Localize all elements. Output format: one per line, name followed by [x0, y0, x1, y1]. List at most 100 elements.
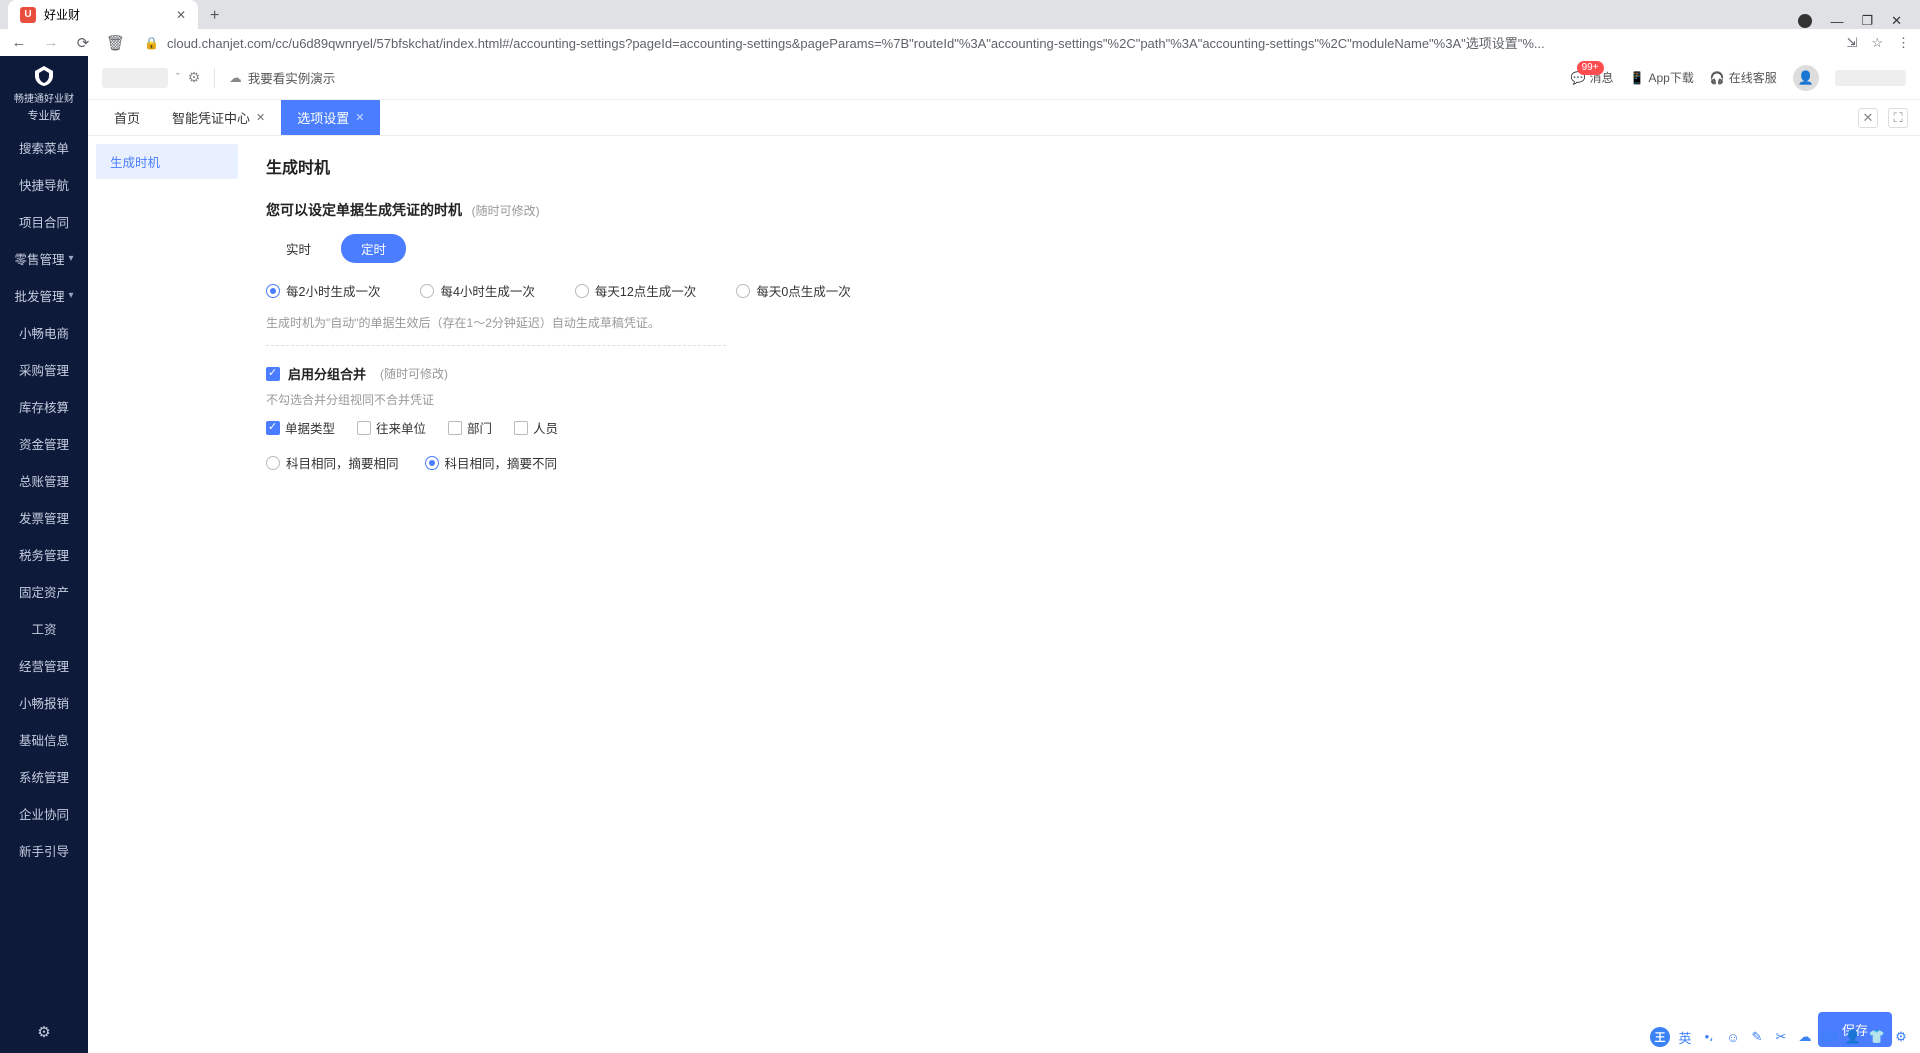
- browser-tab[interactable]: U 好业财 ✕: [8, 0, 198, 29]
- ime-emoji-icon[interactable]: ☺: [1724, 1028, 1742, 1046]
- sidebar: 畅捷通好业财 专业版 搜索菜单快捷导航项目合同零售管理▾批发管理▾小畅电商采购管…: [0, 56, 88, 1053]
- sidebar-item-1[interactable]: 快捷导航: [10, 166, 77, 203]
- group-merge-label: 启用分组合并: [288, 364, 366, 383]
- timing-note: 生成时机为"自动"的单据生效后（存在1～2分钟延迟）自动生成草稿凭证。: [266, 314, 1920, 331]
- sidebar-item-3[interactable]: 零售管理▾: [10, 240, 77, 277]
- groupby-option-2[interactable]: 部门: [448, 418, 492, 437]
- demo-link-text: 我要看实例演示: [248, 68, 336, 87]
- back-icon[interactable]: ←: [10, 34, 28, 51]
- sidebar-item-5[interactable]: 小畅电商: [10, 314, 77, 351]
- sidebar-item-label: 发票管理: [19, 508, 69, 527]
- freq-option-0[interactable]: 每2小时生成一次: [266, 281, 380, 300]
- close-icon[interactable]: ✕: [256, 111, 265, 124]
- radio-icon: [425, 456, 439, 470]
- sidebar-item-18[interactable]: 企业协同: [10, 795, 77, 832]
- sidebar-item-17[interactable]: 系统管理: [10, 758, 77, 795]
- gear-icon[interactable]: ⚙: [188, 69, 201, 86]
- close-icon[interactable]: ✕: [355, 111, 364, 124]
- checkbox-label: 部门: [467, 418, 492, 437]
- url-text: cloud.chanjet.com/cc/u6d89qwnryel/57bfsk…: [167, 33, 1826, 52]
- ime-keyboard-icon[interactable]: ⌨: [1820, 1028, 1838, 1046]
- sidebar-item-7[interactable]: 库存核算: [10, 388, 77, 425]
- freq-option-3[interactable]: 每天0点生成一次: [736, 281, 850, 300]
- favicon-icon: U: [20, 7, 36, 23]
- freq-option-2[interactable]: 每天12点生成一次: [575, 281, 696, 300]
- delete-icon[interactable]: 🗑: [106, 34, 124, 52]
- sidebar-item-label: 经营管理: [19, 656, 69, 675]
- sidebar-item-14[interactable]: 经营管理: [10, 647, 77, 684]
- reload-icon[interactable]: ⟳: [74, 34, 92, 52]
- avatar[interactable]: 👤: [1793, 65, 1819, 91]
- sidebar-item-2[interactable]: 项目合同: [10, 203, 77, 240]
- app-root: 畅捷通好业财 专业版 搜索菜单快捷导航项目合同零售管理▾批发管理▾小畅电商采购管…: [0, 56, 1920, 1053]
- sidebar-item-12[interactable]: 固定资产: [10, 573, 77, 610]
- left-panel-item-timing[interactable]: 生成时机: [96, 144, 238, 179]
- ime-scissors-icon[interactable]: ✂: [1772, 1028, 1790, 1046]
- page-tab-2[interactable]: 选项设置✕: [281, 100, 380, 135]
- sidebar-item-8[interactable]: 资金管理: [10, 425, 77, 462]
- checkbox-icon: [357, 421, 371, 435]
- ime-person-icon[interactable]: 👤: [1844, 1028, 1862, 1046]
- page-tab-1[interactable]: 智能凭证中心✕: [156, 100, 281, 135]
- app-download-button[interactable]: 📱 App下载: [1630, 69, 1694, 86]
- groupby-option-3[interactable]: 人员: [514, 418, 558, 437]
- mergerule-option-0[interactable]: 科目相同，摘要相同: [266, 453, 399, 472]
- sidebar-item-15[interactable]: 小畅报销: [10, 684, 77, 721]
- org-selector[interactable]: ████ ˇ ⚙: [102, 68, 200, 88]
- demo-link[interactable]: ☁ 我要看实例演示: [229, 68, 335, 87]
- ime-lang[interactable]: 英: [1676, 1028, 1694, 1046]
- sidebar-item-label: 搜索菜单: [19, 138, 69, 157]
- tab-title: 好业财: [44, 6, 80, 23]
- ime-shirt-icon[interactable]: 👕: [1868, 1028, 1886, 1046]
- ime-edit-icon[interactable]: ✎: [1748, 1028, 1766, 1046]
- fullscreen-icon[interactable]: ⛶: [1888, 108, 1908, 128]
- radio-label: 每天0点生成一次: [756, 281, 850, 300]
- close-window-icon[interactable]: ✕: [1891, 13, 1902, 29]
- ime-settings-icon[interactable]: ⚙: [1892, 1028, 1910, 1046]
- address-right-icons: ⇲ ☆ ⋮: [1846, 35, 1910, 51]
- freq-option-1[interactable]: 每4小时生成一次: [420, 281, 534, 300]
- minimize-icon[interactable]: —: [1830, 14, 1843, 29]
- url-bar[interactable]: 🔒 cloud.chanjet.com/cc/u6d89qwnryel/57bf…: [138, 29, 1832, 56]
- new-tab-button[interactable]: +: [202, 3, 227, 29]
- subtitle-hint: (随时可修改): [472, 204, 540, 218]
- close-icon[interactable]: ✕: [176, 8, 186, 22]
- chevron-down-icon[interactable]: ˇ: [176, 72, 180, 84]
- ime-punct-icon[interactable]: •،: [1700, 1028, 1718, 1046]
- sidebar-item-label: 系统管理: [19, 767, 69, 786]
- mergerule-option-1[interactable]: 科目相同，摘要不同: [425, 453, 558, 472]
- sidebar-item-19[interactable]: 新手引导: [10, 832, 77, 869]
- mode-scheduled-button[interactable]: 定时: [341, 234, 406, 263]
- sidebar-item-13[interactable]: 工资: [10, 610, 77, 647]
- sidebar-item-6[interactable]: 采购管理: [10, 351, 77, 388]
- chevron-down-icon: ▾: [68, 290, 73, 301]
- kebab-icon[interactable]: ⋮: [1897, 35, 1910, 51]
- mode-realtime-button[interactable]: 实时: [266, 234, 331, 263]
- sidebar-item-label: 固定资产: [19, 582, 69, 601]
- sidebar-item-16[interactable]: 基础信息: [10, 721, 77, 758]
- ime-badge-icon[interactable]: 王: [1650, 1027, 1670, 1047]
- star-icon[interactable]: ☆: [1871, 35, 1883, 51]
- group-merge-row: 启用分组合并 (随时可修改): [266, 364, 1920, 383]
- maximize-icon[interactable]: ❐: [1861, 13, 1873, 29]
- settings-icon[interactable]: ⚙: [25, 1011, 62, 1053]
- groupby-option-0[interactable]: 单据类型: [266, 418, 335, 437]
- groupby-option-1[interactable]: 往来单位: [357, 418, 426, 437]
- group-merge-checkbox[interactable]: [266, 367, 280, 381]
- install-icon[interactable]: ⇲: [1846, 35, 1857, 51]
- page-tab-0[interactable]: 首页: [98, 100, 156, 135]
- chevron-down-icon: ▾: [68, 253, 73, 264]
- close-all-tabs-icon[interactable]: ✕: [1858, 108, 1878, 128]
- sidebar-item-0[interactable]: 搜索菜单: [10, 129, 77, 166]
- sidebar-item-10[interactable]: 发票管理: [10, 499, 77, 536]
- ime-cloud-icon[interactable]: ☁: [1796, 1028, 1814, 1046]
- page-tab-label: 首页: [114, 108, 140, 127]
- online-service-button[interactable]: 🎧 在线客服: [1710, 69, 1777, 86]
- sidebar-item-11[interactable]: 税务管理: [10, 536, 77, 573]
- account-icon[interactable]: [1798, 14, 1812, 28]
- sidebar-item-9[interactable]: 总账管理: [10, 462, 77, 499]
- sidebar-item-4[interactable]: 批发管理▾: [10, 277, 77, 314]
- frequency-radios: 每2小时生成一次 每4小时生成一次 每天12点生成一次 每天0点生成一次: [266, 281, 1920, 300]
- sidebar-item-label: 采购管理: [19, 360, 69, 379]
- messages-button[interactable]: 99+ 💬 消息: [1571, 69, 1614, 86]
